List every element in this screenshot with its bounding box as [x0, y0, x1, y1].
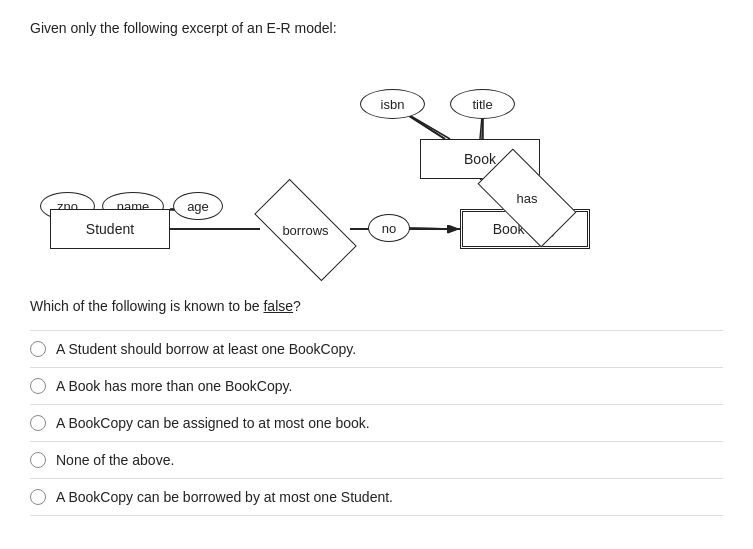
- relationship-has: has: [482, 173, 572, 223]
- attr-isbn: isbn: [360, 89, 425, 119]
- option-2-text: A Book has more than one BookCopy.: [56, 378, 292, 394]
- relationship-borrows: borrows: [258, 205, 353, 255]
- option-4[interactable]: None of the above.: [30, 441, 723, 478]
- er-svg: [30, 54, 730, 284]
- option-5-text: A BookCopy can be borrowed by at most on…: [56, 489, 393, 505]
- option-4-text: None of the above.: [56, 452, 174, 468]
- option-5[interactable]: A BookCopy can be borrowed by at most on…: [30, 478, 723, 516]
- option-1[interactable]: A Student should borrow at least one Boo…: [30, 330, 723, 367]
- radio-2[interactable]: [30, 378, 46, 394]
- radio-4[interactable]: [30, 452, 46, 468]
- option-1-text: A Student should borrow at least one Boo…: [56, 341, 356, 357]
- options-list: A Student should borrow at least one Boo…: [30, 330, 723, 516]
- option-2[interactable]: A Book has more than one BookCopy.: [30, 367, 723, 404]
- underline-false: false: [263, 298, 293, 314]
- er-diagram: isbn title zno name age no Book Student …: [30, 54, 730, 284]
- option-3[interactable]: A BookCopy can be assigned to at most on…: [30, 404, 723, 441]
- attr-age: age: [173, 192, 223, 220]
- option-3-text: A BookCopy can be assigned to at most on…: [56, 415, 370, 431]
- intro-text: Given only the following excerpt of an E…: [30, 20, 723, 36]
- radio-3[interactable]: [30, 415, 46, 431]
- entity-student: Student: [50, 209, 170, 249]
- question-text: Which of the following is known to be fa…: [30, 298, 723, 314]
- radio-1[interactable]: [30, 341, 46, 357]
- attr-no: no: [368, 214, 410, 242]
- radio-5[interactable]: [30, 489, 46, 505]
- attr-title: title: [450, 89, 515, 119]
